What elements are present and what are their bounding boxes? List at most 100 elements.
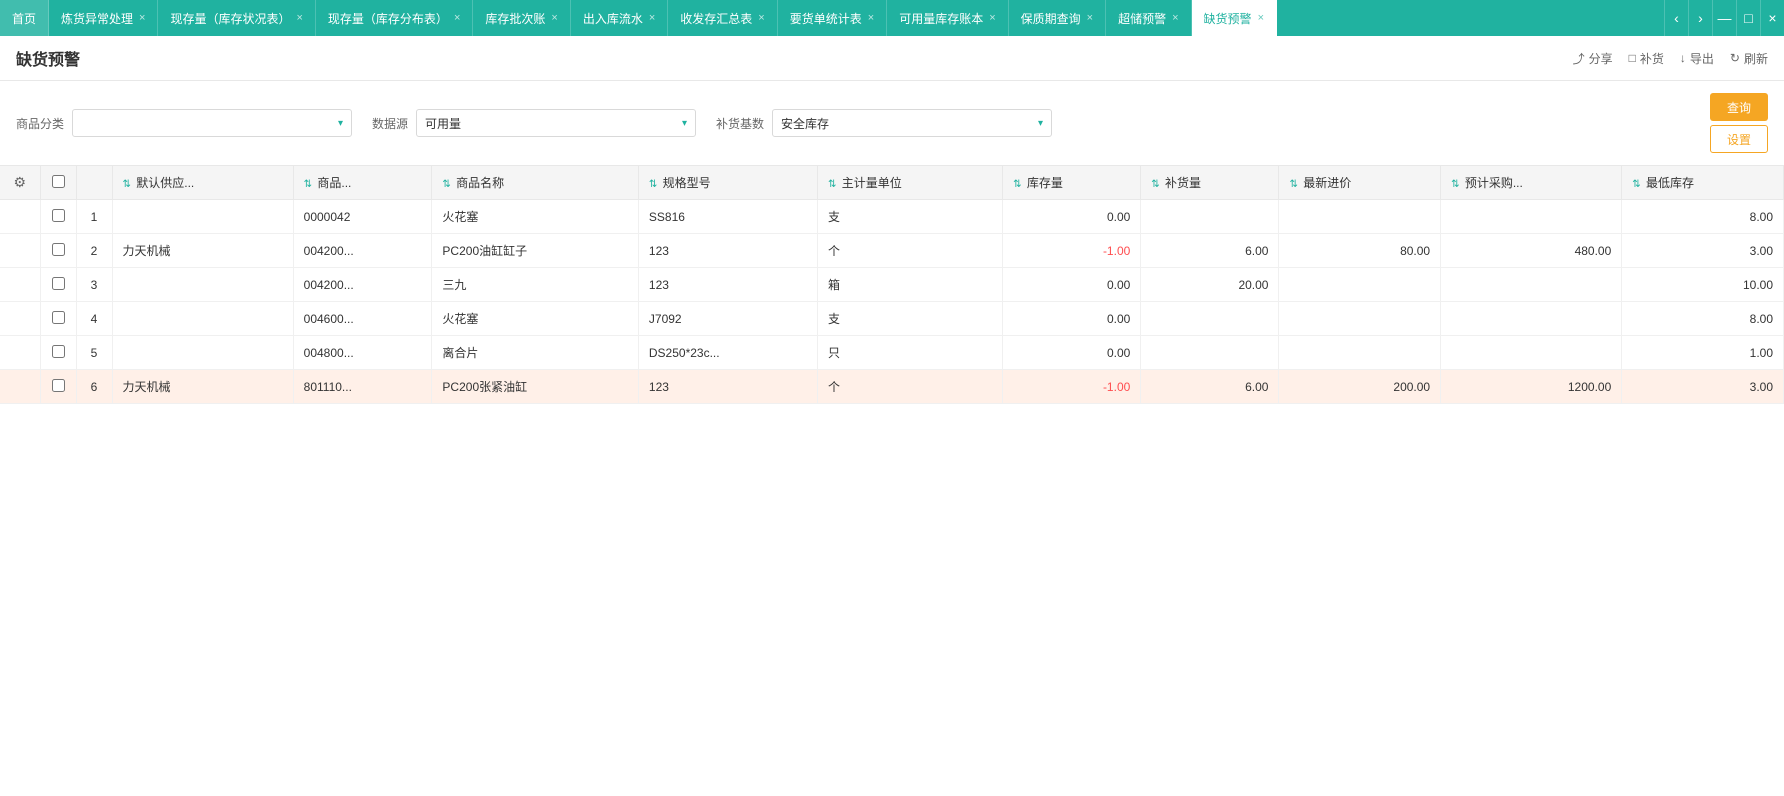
- select-all-checkbox[interactable]: [52, 175, 65, 188]
- row-est-purchase-cell: [1441, 302, 1622, 336]
- row-index-cell: 5: [76, 336, 112, 370]
- row-index-cell: 3: [76, 268, 112, 302]
- category-filter-group: 商品分类 ▾: [16, 109, 352, 137]
- tab-purchase-stat-close[interactable]: ×: [868, 12, 874, 24]
- row-checkbox-0[interactable]: [52, 209, 65, 222]
- tab-next-btn[interactable]: ›: [1688, 0, 1712, 36]
- table-settings-icon[interactable]: ⚙: [13, 174, 26, 190]
- row-spec-cell: 123: [638, 268, 817, 302]
- col-sku-code[interactable]: ⇅ 商品...: [293, 166, 432, 200]
- tab-receipt-summary-close[interactable]: ×: [758, 12, 764, 24]
- row-sku-code-cell: 0000042: [293, 200, 432, 234]
- export-btn[interactable]: ↓ 导出: [1680, 50, 1714, 67]
- tab-expiry-query-label: 保质期查询: [1021, 10, 1081, 27]
- datasource-arrow-icon: ▾: [682, 118, 687, 129]
- tab-shortage-warn[interactable]: 缺货预警 ×: [1192, 0, 1277, 36]
- replenish-base-select[interactable]: 安全库存 ▾: [772, 109, 1052, 137]
- tab-minimize-btn[interactable]: —: [1712, 0, 1736, 36]
- table-row: 4 004600... 火花塞 J7092 支 0.00 8.00: [0, 302, 1784, 336]
- col-min-stock[interactable]: ⇅ 最低库存: [1622, 166, 1784, 200]
- tab-shortage-warn-close[interactable]: ×: [1258, 12, 1264, 24]
- row-unit-cell: 个: [818, 370, 1003, 404]
- tab-bar: 首页 炼货异常处理 × 现存量（库存状况表） × 现存量（库存分布表） × 库存…: [0, 0, 1784, 36]
- tab-purchase-stat[interactable]: 要货单统计表 ×: [778, 0, 887, 36]
- refresh-icon: ↻: [1730, 51, 1740, 65]
- setting-button[interactable]: 设置: [1710, 125, 1768, 153]
- tab-available-ledger-close[interactable]: ×: [989, 12, 995, 24]
- tab-home[interactable]: 首页: [0, 0, 49, 36]
- row-checkbox-2[interactable]: [52, 277, 65, 290]
- tab-inout-flow[interactable]: 出入库流水 ×: [571, 0, 668, 36]
- tab-inventory-dist-close[interactable]: ×: [454, 12, 460, 24]
- row-checkbox-4[interactable]: [52, 345, 65, 358]
- page-header: 缺货预警 ⤴ 分享 □ 补货 ↓ 导出 ↻ 刷新: [0, 36, 1784, 81]
- tab-batch-account-label: 库存批次账: [485, 10, 545, 27]
- row-replenish-qty-cell: 6.00: [1141, 234, 1279, 268]
- row-settings-cell: [0, 234, 40, 268]
- replenish-btn[interactable]: □ 补货: [1629, 50, 1664, 67]
- tab-expiry-query-close[interactable]: ×: [1087, 12, 1093, 24]
- tab-receipt-summary[interactable]: 收发存汇总表 ×: [668, 0, 777, 36]
- row-replenish-qty-cell: [1141, 336, 1279, 370]
- share-btn[interactable]: ⤴ 分享: [1573, 50, 1613, 67]
- tab-inout-flow-close[interactable]: ×: [649, 12, 655, 24]
- col-stock[interactable]: ⇅ 库存量: [1003, 166, 1141, 200]
- row-sku-name-cell: PC200油缸缸子: [432, 234, 638, 268]
- row-est-purchase-cell: [1441, 268, 1622, 302]
- row-est-purchase-cell: 1200.00: [1441, 370, 1622, 404]
- replenish-base-label: 补货基数: [716, 115, 764, 132]
- sku-name-col-label: 商品名称: [456, 176, 504, 190]
- table-row: 3 004200... 三九 123 箱 0.00 20.00 10.00: [0, 268, 1784, 302]
- tab-batch-account-close[interactable]: ×: [551, 12, 557, 24]
- col-latest-price[interactable]: ⇅ 最新进价: [1279, 166, 1441, 200]
- tab-maximize-btn[interactable]: □: [1736, 0, 1760, 36]
- tab-available-ledger-label: 可用量库存账本: [899, 10, 983, 27]
- tab-overstock-warn-close[interactable]: ×: [1172, 12, 1178, 24]
- tab-home-label: 首页: [12, 10, 36, 27]
- tab-inventory-dist-label: 现存量（库存分布表）: [328, 10, 448, 27]
- col-est-purchase[interactable]: ⇅ 预计采购...: [1441, 166, 1622, 200]
- row-sku-name-cell: PC200张紧油缸: [432, 370, 638, 404]
- query-button[interactable]: 查询: [1710, 93, 1768, 121]
- tab-abnormal[interactable]: 炼货异常处理 ×: [49, 0, 158, 36]
- sku-code-col-label: 商品...: [317, 176, 351, 190]
- row-checkbox-1[interactable]: [52, 243, 65, 256]
- est-purchase-sort-icon: ⇅: [1451, 179, 1459, 190]
- col-spec[interactable]: ⇅ 规格型号: [638, 166, 817, 200]
- tab-inventory-dist[interactable]: 现存量（库存分布表） ×: [316, 0, 473, 36]
- col-supplier[interactable]: ⇅ 默认供应...: [112, 166, 293, 200]
- row-stock-cell: -1.00: [1003, 370, 1141, 404]
- row-check-cell: [40, 336, 76, 370]
- col-replenish-qty[interactable]: ⇅ 补货量: [1141, 166, 1279, 200]
- row-check-cell: [40, 302, 76, 336]
- row-unit-cell: 只: [818, 336, 1003, 370]
- replenish-qty-col-label: 补货量: [1165, 176, 1201, 190]
- tab-close-all-btn[interactable]: ×: [1760, 0, 1784, 36]
- row-checkbox-3[interactable]: [52, 311, 65, 324]
- row-settings-cell: [0, 200, 40, 234]
- tab-expiry-query[interactable]: 保质期查询 ×: [1009, 0, 1106, 36]
- tab-batch-account[interactable]: 库存批次账 ×: [473, 0, 570, 36]
- tab-inventory-status[interactable]: 现存量（库存状况表） ×: [158, 0, 315, 36]
- tab-inventory-status-close[interactable]: ×: [296, 12, 302, 24]
- row-checkbox-5[interactable]: [52, 379, 65, 392]
- tab-prev-btn[interactable]: ‹: [1664, 0, 1688, 36]
- row-unit-cell: 支: [818, 302, 1003, 336]
- row-latest-price-cell: 200.00: [1279, 370, 1441, 404]
- datasource-select[interactable]: 可用量 ▾: [416, 109, 696, 137]
- tab-abnormal-close[interactable]: ×: [139, 12, 145, 24]
- latest-price-sort-icon: ⇅: [1289, 179, 1297, 190]
- row-min-stock-cell: 10.00: [1622, 268, 1784, 302]
- tab-overstock-warn[interactable]: 超储预警 ×: [1106, 0, 1191, 36]
- category-select[interactable]: ▾: [72, 109, 352, 137]
- tab-receipt-summary-label: 收发存汇总表: [680, 10, 752, 27]
- col-sku-name[interactable]: ⇅ 商品名称: [432, 166, 638, 200]
- refresh-btn[interactable]: ↻ 刷新: [1730, 50, 1768, 67]
- col-unit[interactable]: ⇅ 主计量单位: [818, 166, 1003, 200]
- share-label: 分享: [1589, 50, 1613, 67]
- row-latest-price-cell: [1279, 268, 1441, 302]
- tab-available-ledger[interactable]: 可用量库存账本 ×: [887, 0, 1008, 36]
- header-actions: ⤴ 分享 □ 补货 ↓ 导出 ↻ 刷新: [1573, 50, 1768, 67]
- tab-inout-flow-label: 出入库流水: [583, 10, 643, 27]
- row-sku-name-cell: 离合片: [432, 336, 638, 370]
